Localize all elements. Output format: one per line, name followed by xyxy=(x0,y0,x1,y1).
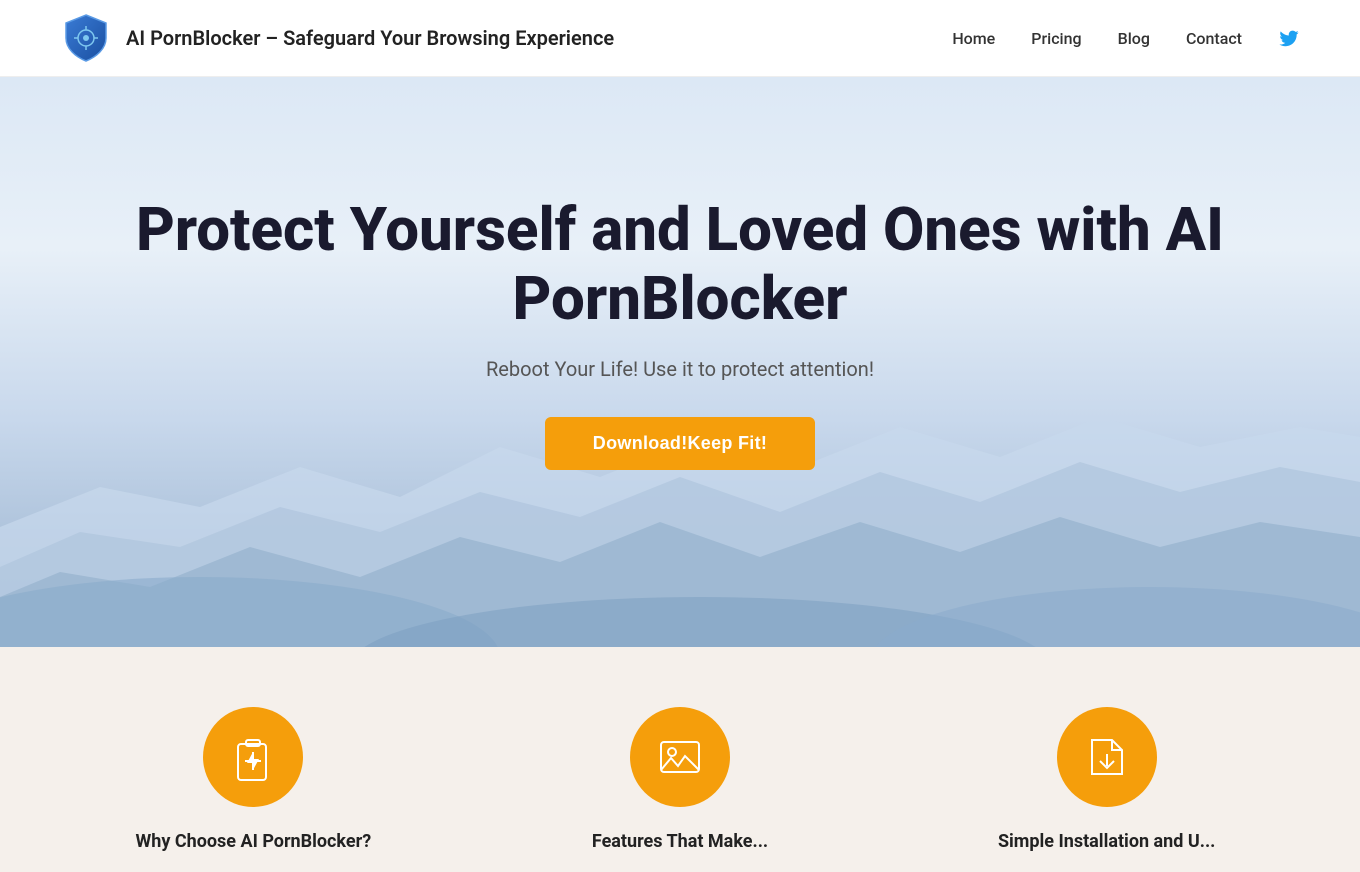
feature-icon-circle-2 xyxy=(630,707,730,807)
feature-item-2: Features That Make... xyxy=(487,707,874,852)
site-header: AI PornBlocker – Safeguard Your Browsing… xyxy=(0,0,1360,77)
nav-pricing[interactable]: Pricing xyxy=(1031,29,1081,48)
header-left: AI PornBlocker – Safeguard Your Browsing… xyxy=(60,12,614,64)
battery-icon xyxy=(228,732,278,782)
feature-label-1: Why Choose AI PornBlocker? xyxy=(136,831,372,852)
hero-subtitle: Reboot Your Life! Use it to protect atte… xyxy=(130,357,1230,381)
feature-item-1: Why Choose AI PornBlocker? xyxy=(60,707,447,852)
feature-label-2: Features That Make... xyxy=(592,831,768,852)
hero-content: Protect Yourself and Loved Ones with AI … xyxy=(50,195,1310,470)
nav-blog[interactable]: Blog xyxy=(1118,29,1150,48)
cta-download-button[interactable]: Download!Keep Fit! xyxy=(545,417,815,470)
twitter-icon[interactable] xyxy=(1278,27,1300,49)
hero-title: Protect Yourself and Loved Ones with AI … xyxy=(130,195,1230,333)
feature-label-3: Simple Installation and U... xyxy=(998,831,1215,852)
hero-section: Protect Yourself and Loved Ones with AI … xyxy=(0,77,1360,647)
feature-icon-circle-3 xyxy=(1057,707,1157,807)
main-nav: Home Pricing Blog Contact xyxy=(952,27,1300,49)
logo-icon xyxy=(60,12,112,64)
features-section: Why Choose AI PornBlocker? Features That… xyxy=(0,647,1360,872)
site-title: AI PornBlocker – Safeguard Your Browsing… xyxy=(126,26,614,50)
feature-icon-circle-1 xyxy=(203,707,303,807)
nav-contact[interactable]: Contact xyxy=(1186,29,1242,48)
image-icon xyxy=(655,732,705,782)
nav-home[interactable]: Home xyxy=(952,29,995,48)
feature-item-3: Simple Installation and U... xyxy=(913,707,1300,852)
download-doc-icon xyxy=(1082,732,1132,782)
